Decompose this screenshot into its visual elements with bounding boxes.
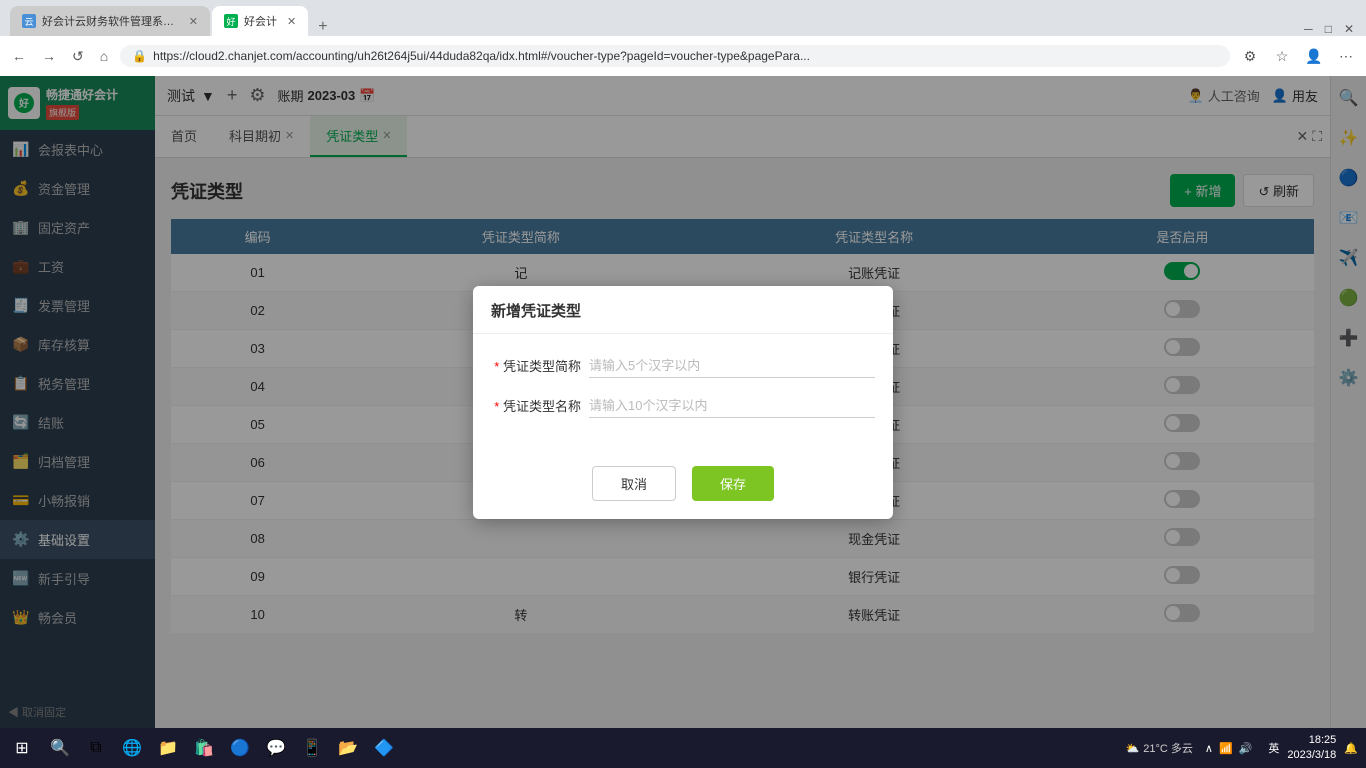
taskbar-files[interactable]: 📂 [332,732,364,764]
bookmark-icon[interactable]: ☆ [1270,44,1294,68]
tab-1-close[interactable]: ✕ [189,15,198,28]
close-button[interactable]: ✕ [1340,22,1358,36]
back-button[interactable]: ← [8,46,30,66]
start-button[interactable]: ⊞ [4,730,40,766]
tab-1-favicon: 云 [22,14,36,28]
forward-button[interactable]: → [38,46,60,66]
weather-icon: ⛅ [1126,742,1140,755]
taskbar-task-view[interactable]: ⧉ [80,732,112,764]
taskbar-weather: ⛅ 21°C 多云 [1126,740,1193,756]
form-row-full-name: * 凭证类型名称 [491,394,875,418]
clock-date: 2023/3/18 [1287,748,1336,763]
taskbar-app1[interactable]: 📱 [296,732,328,764]
modal-body: * 凭证类型简称 * 凭证类型名称 [473,334,893,454]
tab-2-label: 好会计 [244,13,277,29]
volume-icon: 🔊 [1239,742,1253,755]
refresh-button[interactable]: ↺ [68,46,88,67]
modal-footer: 取消 保存 [473,454,893,519]
weather-temp: 21°C 多云 [1143,740,1193,756]
minimize-button[interactable]: ─ [1300,22,1317,36]
home-button[interactable]: ⌂ [96,46,112,66]
full-name-label-text: 凭证类型名称 [503,399,581,414]
tab-2-favicon: 好 [224,14,238,28]
full-name-input[interactable] [589,394,875,418]
taskbar-store[interactable]: 🛍️ [188,732,220,764]
taskbar-time-block[interactable]: 18:25 2023/3/18 [1287,733,1336,764]
maximize-button[interactable]: □ [1321,22,1336,36]
tab-1[interactable]: 云 好会计云财务软件管理系统_会计 ✕ [10,6,210,36]
tab-bar: 云 好会计云财务软件管理系统_会计 ✕ 好 好会计 ✕ + ─ □ ✕ [0,0,1366,36]
taskbar-edge[interactable]: 🔷 [368,732,400,764]
sys-up-icon: ∧ [1205,742,1213,755]
profile-icon[interactable]: 👤 [1302,44,1326,68]
new-tab-button[interactable]: + [310,18,335,36]
more-icon[interactable]: ⋯ [1334,44,1358,68]
clock-time: 18:25 [1287,733,1336,748]
browser-chrome: 云 好会计云财务软件管理系统_会计 ✕ 好 好会计 ✕ + ─ □ ✕ ← → … [0,0,1366,76]
input-method: 英 [1264,740,1283,756]
short-name-label-text: 凭证类型简称 [503,359,581,374]
add-voucher-type-modal: 新增凭证类型 * 凭证类型简称 * 凭证类型名称 取消 保存 [473,286,893,519]
address-bar: ← → ↺ ⌂ 🔒 https://cloud2.chanjet.com/acc… [0,36,1366,76]
tab-2[interactable]: 好 好会计 ✕ [212,6,308,36]
notifications-icon[interactable]: 🔔 [1340,742,1362,755]
extensions-icon[interactable]: ⚙ [1238,44,1262,68]
required-star-2: * [494,399,499,414]
cancel-button[interactable]: 取消 [592,466,676,501]
modal-header: 新增凭证类型 [473,286,893,334]
taskbar-right: ⛅ 21°C 多云 ∧ 📶 🔊 英 18:25 2023/3/18 🔔 [1126,733,1362,764]
modal-overlay: 新增凭证类型 * 凭证类型简称 * 凭证类型名称 取消 保存 [0,76,1366,728]
taskbar: ⊞ 🔍 ⧉ 🌐 📁 🛍️ 🔵 💬 📱 📂 🔷 ⛅ 21°C 多云 ∧ 📶 🔊 英… [0,728,1366,768]
url-text: https://cloud2.chanjet.com/accounting/uh… [153,49,1218,63]
required-star-1: * [494,359,499,374]
taskbar-browser[interactable]: 🌐 [116,732,148,764]
browser-toolbar: ⚙ ☆ 👤 ⋯ [1238,44,1358,68]
taskbar-chrome[interactable]: 🔵 [224,732,256,764]
short-name-input[interactable] [589,354,875,378]
wifi-icon: 📶 [1219,742,1233,755]
url-input[interactable]: 🔒 https://cloud2.chanjet.com/accounting/… [120,45,1230,67]
taskbar-sys-icons: ∧ 📶 🔊 [1197,742,1260,755]
form-row-short-name: * 凭证类型简称 [491,354,875,378]
modal-title: 新增凭证类型 [491,303,581,320]
short-name-label: * 凭证类型简称 [491,356,581,375]
taskbar-wechat[interactable]: 💬 [260,732,292,764]
save-button[interactable]: 保存 [692,466,774,501]
taskbar-search[interactable]: 🔍 [44,732,76,764]
taskbar-explorer[interactable]: 📁 [152,732,184,764]
tab-2-close[interactable]: ✕ [287,15,296,28]
full-name-label: * 凭证类型名称 [491,396,581,415]
tab-1-label: 好会计云财务软件管理系统_会计 [42,13,179,29]
